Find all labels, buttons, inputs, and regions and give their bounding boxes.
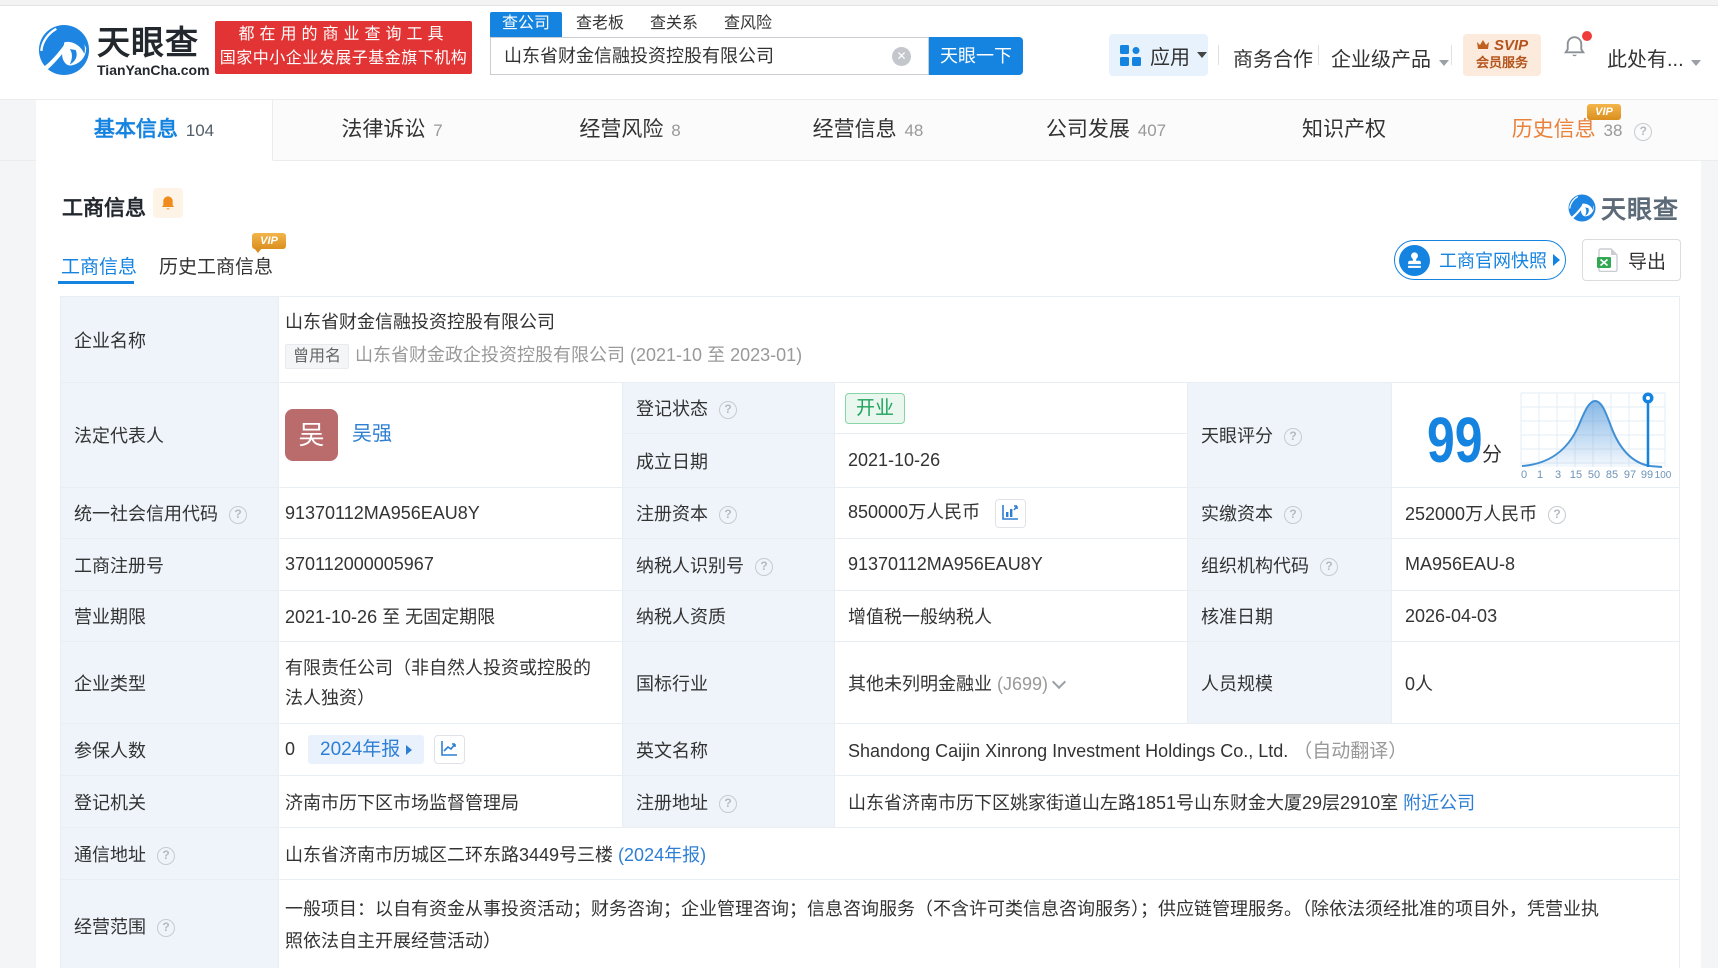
svg-text:50: 50 — [1588, 469, 1600, 481]
svg-text:85: 85 — [1606, 469, 1618, 481]
svg-text:15: 15 — [1570, 469, 1582, 481]
svg-text:1: 1 — [1537, 469, 1543, 481]
svg-text:97: 97 — [1624, 469, 1636, 481]
svg-text:3: 3 — [1555, 469, 1561, 481]
svg-text:0: 0 — [1521, 469, 1527, 481]
svg-text:100: 100 — [1655, 470, 1672, 481]
svg-text:99: 99 — [1641, 469, 1653, 481]
